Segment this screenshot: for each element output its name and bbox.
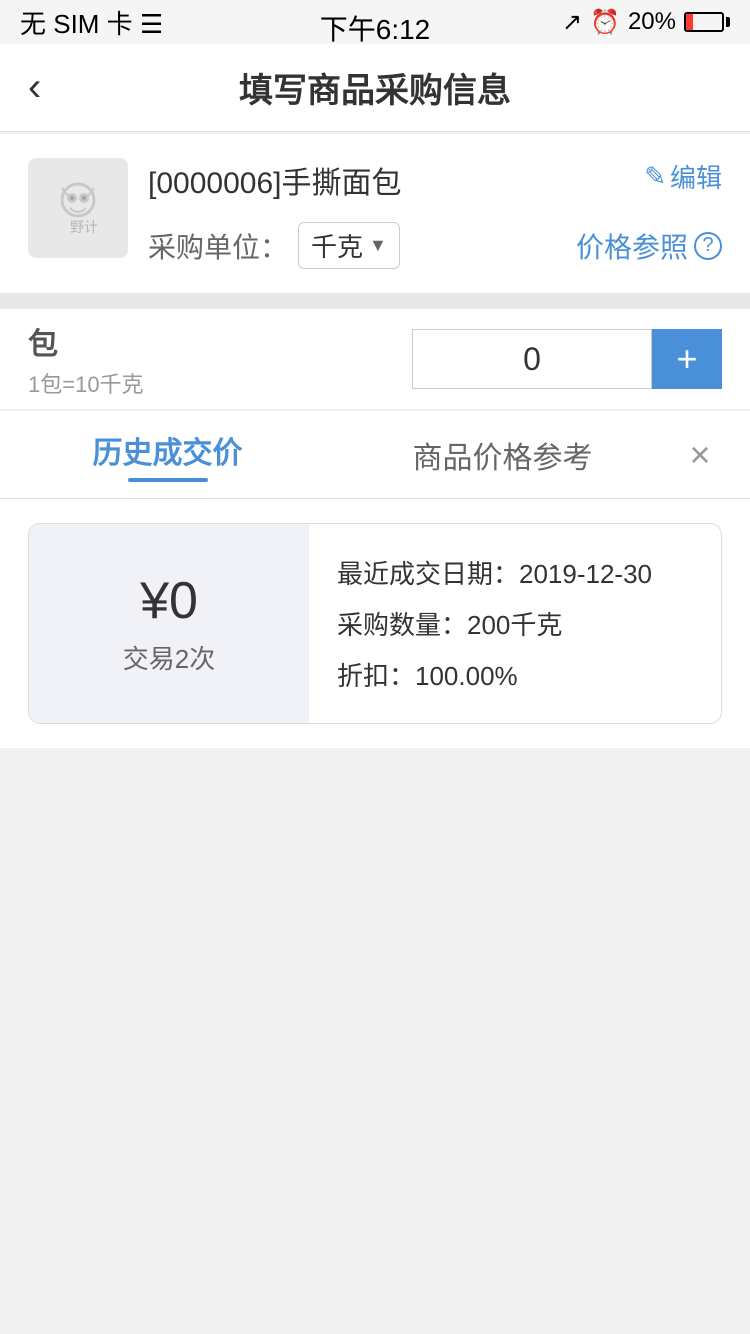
status-time: 下午6:12 <box>320 8 431 48</box>
section-divider <box>0 293 750 309</box>
product-thumbnail: 野计 <box>28 158 128 258</box>
qty-conversion: 1包=10千克 <box>28 367 144 399</box>
svg-text:野计: 野计 <box>70 219 98 235</box>
battery-icon <box>684 12 730 32</box>
unit-select[interactable]: 千克 ▼ <box>298 222 400 269</box>
status-left: 无 SIM 卡 ☰ <box>20 4 163 41</box>
trade-discount-row: 折扣：100.00% <box>337 656 693 693</box>
discount-label: 折扣： <box>337 661 415 691</box>
no-sim-label: 无 SIM 卡 ☰ <box>20 4 163 41</box>
edit-label: 编辑 <box>670 158 722 195</box>
price-ref-label: 价格参照 <box>576 226 688 266</box>
currency-symbol: ¥ <box>140 572 169 630</box>
close-button[interactable]: × <box>670 425 730 485</box>
product-image-icon: 野计 <box>48 178 108 238</box>
qty-input[interactable]: 0 <box>412 329 652 389</box>
trade-price: ¥0 <box>140 571 198 631</box>
qty-plus-button[interactable]: + <box>652 329 722 389</box>
alarm-icon: ⏰ <box>590 8 620 37</box>
location-icon: ↗ <box>562 8 582 37</box>
qty-controls: 0 + <box>412 329 722 389</box>
date-value: 2019-12-30 <box>519 559 652 589</box>
unit-value: 千克 <box>311 227 363 264</box>
edit-icon: ✎ <box>644 161 666 192</box>
trade-date-row: 最近成交日期：2019-12-30 <box>337 554 693 591</box>
back-button[interactable]: ‹ <box>28 65 41 110</box>
trade-left: ¥0 交易2次 <box>29 524 309 723</box>
status-right: ↗ ⏰ 20% <box>562 8 730 37</box>
trade-card: ¥0 交易2次 最近成交日期：2019-12-30 采购数量：200千克 折扣：… <box>28 523 722 724</box>
qty-unit-label: 包 <box>28 319 144 363</box>
bottom-panel: 历史成交价 商品价格参考 × ¥0 交易2次 最近成交日期：2019-12-30… <box>0 411 750 748</box>
product-name: [0000006]手撕面包 <box>148 158 401 202</box>
status-bar: 无 SIM 卡 ☰ 下午6:12 ↗ ⏰ 20% <box>0 0 750 44</box>
tabs: 历史成交价 商品价格参考 × <box>0 411 750 499</box>
trade-count: 交易2次 <box>123 639 215 676</box>
date-label: 最近成交日期： <box>337 559 519 589</box>
price-ref-button[interactable]: 价格参照 ? <box>576 226 722 266</box>
qty-value: 200千克 <box>467 610 562 640</box>
price-value: 0 <box>169 572 198 630</box>
tab2-label: 商品价格参考 <box>413 433 593 477</box>
quantity-row: 包 1包=10千克 0 + <box>0 309 750 409</box>
history-content: ¥0 交易2次 最近成交日期：2019-12-30 采购数量：200千克 折扣：… <box>0 499 750 748</box>
tab-history-price[interactable]: 历史成交价 <box>0 411 335 499</box>
dropdown-arrow-icon: ▼ <box>369 235 387 256</box>
tab1-label: 历史成交价 <box>93 428 243 472</box>
discount-value: 100.00% <box>415 661 518 691</box>
trade-right: 最近成交日期：2019-12-30 采购数量：200千克 折扣：100.00% <box>309 524 721 723</box>
unit-label: 采购单位： <box>148 226 288 266</box>
tab-price-ref[interactable]: 商品价格参考 <box>335 411 670 499</box>
product-card: 野计 [0000006]手撕面包 ✎ 编辑 采购单位： 千克 ▼ <box>0 134 750 293</box>
edit-button[interactable]: ✎ 编辑 <box>644 158 722 195</box>
battery-percent: 20% <box>628 8 676 36</box>
product-info: [0000006]手撕面包 ✎ 编辑 采购单位： 千克 ▼ 价格参照 ? <box>148 158 722 269</box>
nav-bar: ‹ 填写商品采购信息 <box>0 44 750 132</box>
page-title: 填写商品采购信息 <box>239 63 511 112</box>
tab-underline <box>128 478 208 482</box>
qty-label: 采购数量： <box>337 610 467 640</box>
trade-qty-row: 采购数量：200千克 <box>337 605 693 642</box>
help-icon: ? <box>694 232 722 260</box>
